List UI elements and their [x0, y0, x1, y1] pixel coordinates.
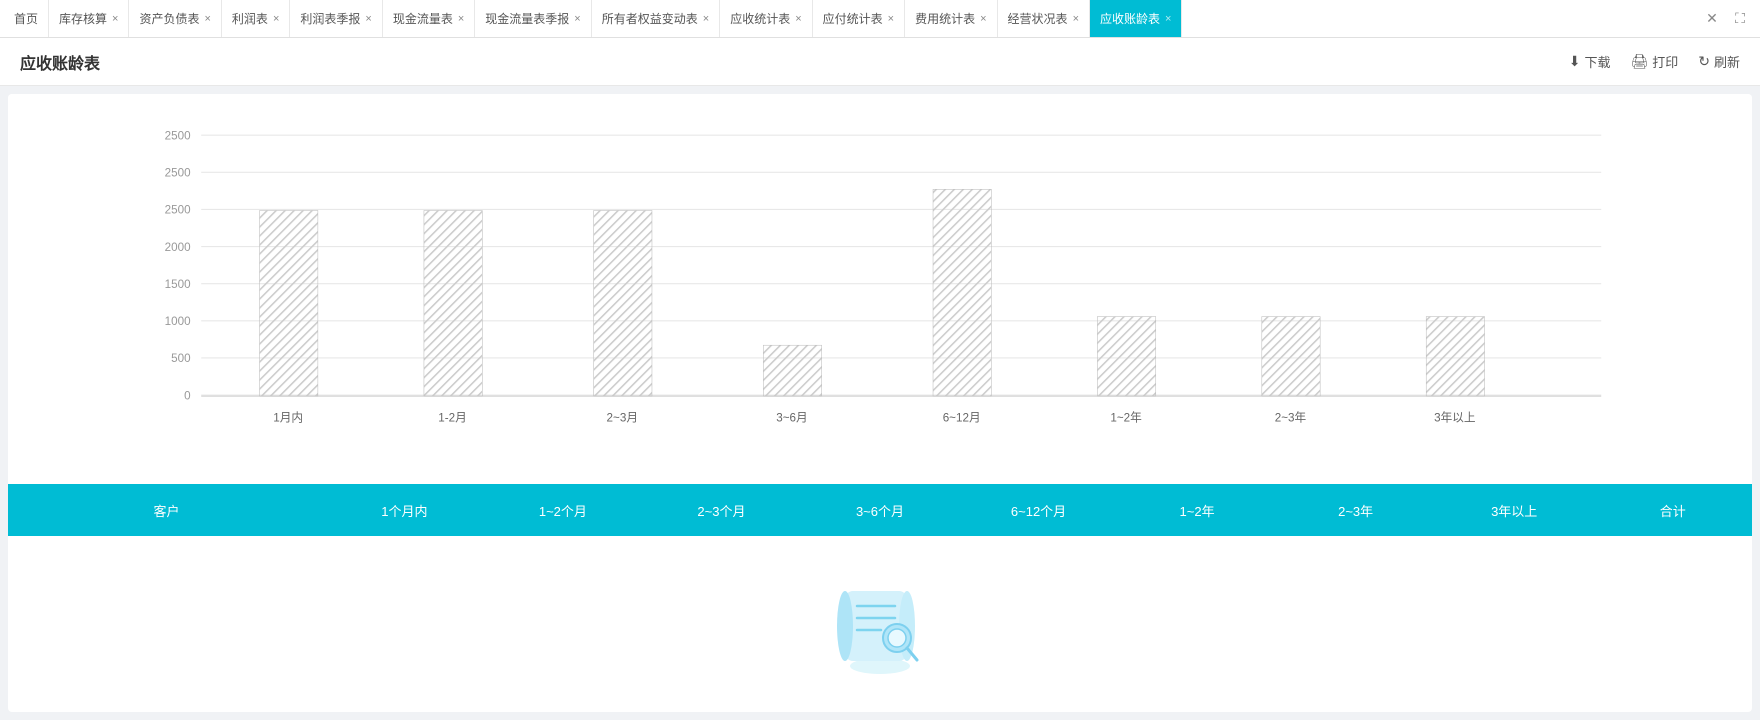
content-area: 2500 2500 2500 2000 1500 1000 500 0 [0, 86, 1760, 720]
print-label: 打印 [1652, 52, 1678, 71]
bar-chart: 2500 2500 2500 2000 1500 1000 500 0 [38, 114, 1722, 464]
tab-cash-flow[interactable]: 现金流量表 × [383, 0, 475, 37]
svg-text:2000: 2000 [165, 241, 191, 254]
bar-2-3-year [1262, 317, 1320, 397]
tab-close-ar-stats[interactable]: × [795, 13, 801, 25]
refresh-icon: ↻ [1698, 53, 1710, 70]
tab-bar: 首页库存核算×资产负债表×利润表×利润表季报×现金流量表×现金流量表季报×所有者… [0, 0, 1760, 38]
tab-label-profit-quarterly: 利润表季报 [300, 10, 360, 27]
table-header: 客户1个月内1~2个月2~3个月3~6个月6~12个月1~2年2~3年3年以上合… [8, 484, 1752, 536]
tab-close-profit[interactable]: × [273, 13, 279, 25]
content-card: 2500 2500 2500 2000 1500 1000 500 0 [8, 94, 1752, 712]
table-header-cell-6: 1~2年 [1118, 501, 1277, 520]
tab-balance-sheet[interactable]: 资产负债表 × [129, 0, 221, 37]
tab-close-expense-stats[interactable]: × [980, 13, 986, 25]
tab-expense-stats[interactable]: 费用统计表 × [905, 0, 997, 37]
svg-text:0: 0 [184, 389, 191, 402]
download-button[interactable]: ⬇ 下载 [1569, 52, 1611, 71]
tab-close-operation-status[interactable]: × [1073, 13, 1079, 25]
table-header-cell-1: 1个月内 [325, 501, 484, 520]
download-icon: ⬇ [1569, 53, 1581, 70]
bar-1-2-year [1097, 317, 1155, 397]
bar-3-6-month [763, 345, 821, 396]
table-header-cell-2: 1~2个月 [484, 501, 643, 520]
svg-text:1500: 1500 [165, 278, 191, 291]
tab-label-inventory: 库存核算 [59, 10, 107, 27]
download-label: 下载 [1584, 52, 1610, 71]
tab-operation-status[interactable]: 经营状况表 × [998, 0, 1090, 37]
tab-label-home: 首页 [14, 10, 38, 27]
tab-label-balance-sheet: 资产负债表 [139, 10, 199, 27]
svg-text:1-2月: 1-2月 [438, 412, 467, 425]
svg-text:3年以上: 3年以上 [1434, 411, 1476, 425]
page-title: 应收账龄表 [20, 50, 100, 74]
print-button[interactable]: 🖨 打印 [1630, 52, 1678, 71]
tab-close-cash-flow-quarterly[interactable]: × [574, 13, 580, 25]
table-header-cell-4: 3~6个月 [801, 501, 960, 520]
tab-label-expense-stats: 费用统计表 [915, 10, 975, 27]
tab-label-ar-aging: 应收账龄表 [1100, 10, 1160, 27]
close-button[interactable]: ✕ [1700, 7, 1724, 31]
table-header-cell-8: 3年以上 [1435, 501, 1594, 520]
bar-3-plus-year [1426, 317, 1484, 397]
tab-cash-flow-quarterly[interactable]: 现金流量表季报 × [475, 0, 591, 37]
table-header-cell-0: 客户 [8, 501, 325, 520]
tab-close-balance-sheet[interactable]: × [204, 13, 210, 25]
tab-label-equity-changes: 所有者权益变动表 [602, 10, 698, 27]
tab-profit[interactable]: 利润表 × [222, 0, 290, 37]
tab-close-inventory[interactable]: × [112, 13, 118, 25]
bar-1-2-month [424, 211, 482, 397]
tab-close-cash-flow[interactable]: × [458, 13, 464, 25]
tab-label-cash-flow-quarterly: 现金流量表季报 [485, 10, 569, 27]
bar-1-month [260, 211, 318, 397]
table-header-cell-5: 6~12个月 [959, 501, 1118, 520]
tab-ar-stats[interactable]: 应收统计表 × [720, 0, 812, 37]
tab-label-operation-status: 经营状况表 [1008, 10, 1068, 27]
svg-text:1000: 1000 [165, 315, 191, 328]
svg-text:6~12月: 6~12月 [943, 412, 981, 425]
svg-text:2500: 2500 [165, 167, 191, 180]
maximize-button[interactable]: ⛶ [1728, 7, 1752, 31]
table-header-cell-7: 2~3年 [1276, 501, 1435, 520]
tab-ar-aging[interactable]: 应收账龄表 × [1090, 0, 1182, 37]
tab-close-ap-stats[interactable]: × [888, 13, 894, 25]
tab-close-equity-changes[interactable]: × [703, 13, 709, 25]
tab-close-profit-quarterly[interactable]: × [365, 13, 371, 25]
svg-text:2~3月: 2~3月 [607, 412, 638, 425]
app-wrapper: 首页库存核算×资产负债表×利润表×利润表季报×现金流量表×现金流量表季报×所有者… [0, 0, 1760, 720]
svg-text:2~3年: 2~3年 [1275, 411, 1307, 425]
bar-6-12-month [933, 189, 991, 396]
tab-inventory[interactable]: 库存核算 × [49, 0, 129, 37]
chart-area: 2500 2500 2500 2000 1500 1000 500 0 [8, 94, 1752, 484]
svg-text:2500: 2500 [165, 129, 191, 142]
tab-close-ar-aging[interactable]: × [1165, 13, 1171, 25]
tab-profit-quarterly[interactable]: 利润表季报 × [290, 0, 382, 37]
tab-equity-changes[interactable]: 所有者权益变动表 × [592, 0, 720, 37]
empty-state [8, 536, 1752, 696]
window-controls: ✕ ⛶ [1700, 7, 1756, 31]
tab-label-cash-flow: 现金流量表 [393, 10, 453, 27]
svg-text:500: 500 [171, 352, 191, 365]
header-actions: ⬇ 下载 🖨 打印 ↻ 刷新 [1569, 52, 1740, 71]
table-header-cell-3: 2~3个月 [642, 501, 801, 520]
refresh-label: 刷新 [1714, 52, 1740, 71]
page-header: 应收账龄表 ⬇ 下载 🖨 打印 ↻ 刷新 [0, 38, 1760, 86]
print-icon: 🖨 [1630, 53, 1648, 70]
tab-ap-stats[interactable]: 应付统计表 × [813, 0, 905, 37]
refresh-button[interactable]: ↻ 刷新 [1698, 52, 1740, 71]
bar-2-3-month [594, 211, 652, 397]
tab-label-ap-stats: 应付统计表 [823, 10, 883, 27]
svg-text:2500: 2500 [165, 204, 191, 217]
tab-home[interactable]: 首页 [4, 0, 49, 37]
svg-text:3~6月: 3~6月 [776, 412, 807, 425]
svg-text:1~2年: 1~2年 [1110, 411, 1142, 425]
tab-label-ar-stats: 应收统计表 [730, 10, 790, 27]
empty-state-icon [825, 576, 935, 676]
svg-text:1月内: 1月内 [273, 411, 303, 425]
table-header-cell-9: 合计 [1593, 501, 1752, 520]
tab-label-profit: 利润表 [232, 10, 268, 27]
